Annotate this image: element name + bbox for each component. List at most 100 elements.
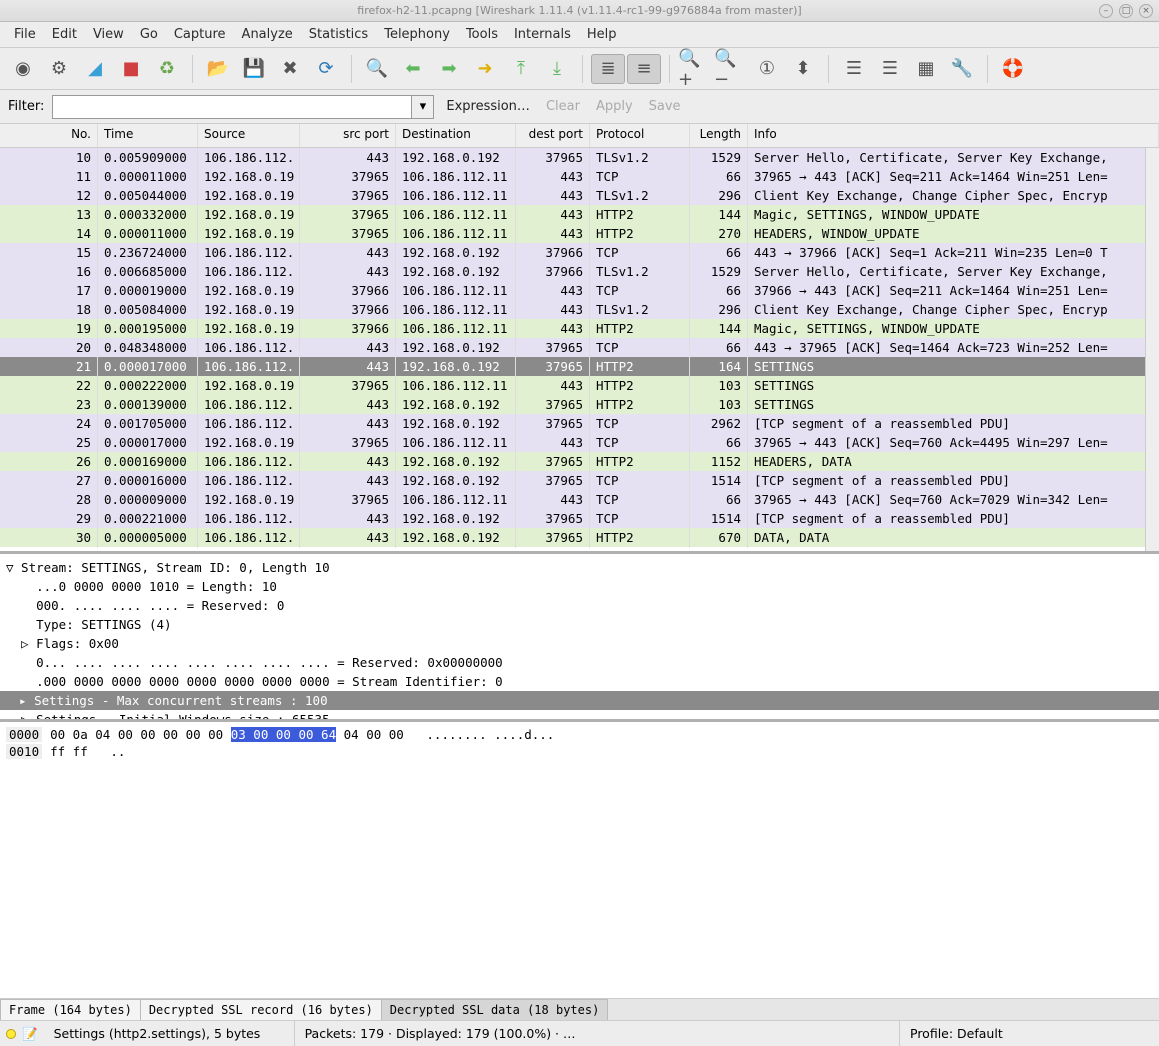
col-header-time[interactable]: Time [98, 124, 198, 147]
menu-edit[interactable]: Edit [44, 23, 85, 46]
close-icon[interactable]: ✖ [273, 54, 307, 84]
zoom-in-icon[interactable]: 🔍+ [678, 54, 712, 84]
capture-filters-icon[interactable]: ☰ [837, 54, 871, 84]
packet-row[interactable]: 190.000195000192.168.0.1937966106.186.11… [0, 319, 1159, 338]
packet-row[interactable]: 260.000169000106.186.112.443192.168.0.19… [0, 452, 1159, 471]
interfaces-icon[interactable]: ◉ [6, 54, 40, 84]
expression-button[interactable]: Expression… [442, 97, 534, 116]
packet-row[interactable]: 150.236724000106.186.112.443192.168.0.19… [0, 243, 1159, 262]
detail-line[interactable]: ▷ Flags: 0x00 [6, 634, 1153, 653]
apply-button[interactable]: Apply [592, 97, 637, 116]
reload-icon[interactable]: ⟳ [309, 54, 343, 84]
autoscroll-icon[interactable]: ≡ [627, 54, 661, 84]
col-header-length[interactable]: Length [690, 124, 748, 147]
open-icon[interactable]: 📂 [201, 54, 235, 84]
resize-columns-icon[interactable]: ⬍ [786, 54, 820, 84]
detail-line[interactable]: Type: SETTINGS (4) [6, 615, 1153, 634]
detail-line[interactable]: 000. .... .... .... = Reserved: 0 [6, 596, 1153, 615]
menu-go[interactable]: Go [132, 23, 166, 46]
help-icon[interactable]: 🛟 [996, 54, 1030, 84]
first-packet-icon[interactable]: ⤒ [504, 54, 538, 84]
detail-line[interactable]: ▽ Stream: SETTINGS, Stream ID: 0, Length… [6, 558, 1153, 577]
status-profile[interactable]: Profile: Default [899, 1021, 1159, 1046]
col-header-src-port[interactable]: src port [300, 124, 396, 147]
packet-row[interactable]: 120.005044000192.168.0.1937965106.186.11… [0, 186, 1159, 205]
filter-dropdown-button[interactable]: ▾ [412, 95, 434, 119]
hex-tab[interactable]: Decrypted SSL record (16 bytes) [140, 999, 382, 1020]
detail-line[interactable]: 0... .... .... .... .... .... .... .... … [6, 653, 1153, 672]
col-header-destination[interactable]: Destination [396, 124, 516, 147]
packet-details-pane[interactable]: ▽ Stream: SETTINGS, Stream ID: 0, Length… [0, 554, 1159, 722]
find-icon[interactable]: 🔍 [360, 54, 394, 84]
col-header-no[interactable]: No. [0, 124, 98, 147]
col-header-dest-port[interactable]: dest port [516, 124, 590, 147]
detail-line[interactable]: ▸ Settings - Max concurrent streams : 10… [0, 691, 1159, 710]
filter-input[interactable] [52, 95, 412, 119]
menu-file[interactable]: File [6, 23, 44, 46]
packet-list-pane: No. Time Source src port Destination des… [0, 124, 1159, 554]
last-packet-icon[interactable]: ⤓ [540, 54, 574, 84]
scrollbar[interactable] [1145, 148, 1159, 551]
edit-icon[interactable]: 📝 [22, 1026, 38, 1042]
minimize-icon[interactable]: – [1099, 4, 1113, 18]
packet-row[interactable]: 200.048348000106.186.112.443192.168.0.19… [0, 338, 1159, 357]
menu-internals[interactable]: Internals [506, 23, 579, 46]
packet-row[interactable]: 250.000017000192.168.0.1937965106.186.11… [0, 433, 1159, 452]
save-filter-button[interactable]: Save [645, 97, 685, 116]
packet-row[interactable]: 140.000011000192.168.0.1937965106.186.11… [0, 224, 1159, 243]
packet-row[interactable]: 230.000139000106.186.112.443192.168.0.19… [0, 395, 1159, 414]
clear-button[interactable]: Clear [542, 97, 584, 116]
packet-row[interactable]: 160.006685000106.186.112.443192.168.0.19… [0, 262, 1159, 281]
menu-view[interactable]: View [85, 23, 132, 46]
hex-dump[interactable]: 000000 0a 04 00 00 00 00 00 03 00 00 00 … [0, 722, 1159, 998]
menu-statistics[interactable]: Statistics [301, 23, 376, 46]
packet-row[interactable]: 130.000332000192.168.0.1937965106.186.11… [0, 205, 1159, 224]
menu-analyze[interactable]: Analyze [234, 23, 301, 46]
coloring-rules-icon[interactable]: ▦ [909, 54, 943, 84]
cell-dport: 37965 [516, 470, 590, 491]
preferences-icon[interactable]: 🔧 [945, 54, 979, 84]
hex-tab[interactable]: Decrypted SSL data (18 bytes) [381, 999, 609, 1020]
hex-line[interactable]: 0010ff ff .. [6, 743, 1153, 760]
hex-tab[interactable]: Frame (164 bytes) [0, 999, 141, 1020]
detail-line[interactable]: ▷ Settings - Initial Windows size : 6553… [6, 710, 1153, 722]
close-window-icon[interactable]: × [1139, 4, 1153, 18]
menu-telephony[interactable]: Telephony [376, 23, 458, 46]
go-forward-icon[interactable]: ➡ [432, 54, 466, 84]
go-back-icon[interactable]: ⬅ [396, 54, 430, 84]
expert-info-led-icon[interactable] [6, 1029, 16, 1039]
detail-line[interactable]: .000 0000 0000 0000 0000 0000 0000 0000 … [6, 672, 1153, 691]
display-filters-icon[interactable]: ☰ [873, 54, 907, 84]
col-header-info[interactable]: Info [748, 124, 1159, 147]
packet-row[interactable]: 180.005084000192.168.0.1937966106.186.11… [0, 300, 1159, 319]
options-icon[interactable]: ⚙ [42, 54, 76, 84]
packet-row[interactable]: 240.001705000106.186.112.443192.168.0.19… [0, 414, 1159, 433]
packet-list-body[interactable]: 100.005909000106.186.112.443192.168.0.19… [0, 148, 1159, 551]
packet-row[interactable]: 100.005909000106.186.112.443192.168.0.19… [0, 148, 1159, 167]
maximize-icon[interactable]: □ [1119, 4, 1133, 18]
packet-row[interactable]: 210.000017000106.186.112.443192.168.0.19… [0, 357, 1159, 376]
menu-help[interactable]: Help [579, 23, 625, 46]
menu-tools[interactable]: Tools [458, 23, 506, 46]
packet-row[interactable]: 110.000011000192.168.0.1937965106.186.11… [0, 167, 1159, 186]
col-header-source[interactable]: Source [198, 124, 300, 147]
packet-row[interactable]: 280.000009000192.168.0.1937965106.186.11… [0, 490, 1159, 509]
save-icon[interactable]: 💾 [237, 54, 271, 84]
menu-capture[interactable]: Capture [166, 23, 234, 46]
col-header-protocol[interactable]: Protocol [590, 124, 690, 147]
packet-row[interactable]: 270.000016000106.186.112.443192.168.0.19… [0, 471, 1159, 490]
stop-capture-icon[interactable]: ■ [114, 54, 148, 84]
restart-capture-icon[interactable]: ♻ [150, 54, 184, 84]
go-to-icon[interactable]: ➜ [468, 54, 502, 84]
packet-row[interactable]: 170.000019000192.168.0.1937966106.186.11… [0, 281, 1159, 300]
colorize-icon[interactable]: ≣ [591, 54, 625, 84]
hex-line[interactable]: 000000 0a 04 00 00 00 00 00 03 00 00 00 … [6, 726, 1153, 743]
packet-row[interactable]: 220.000222000192.168.0.1937965106.186.11… [0, 376, 1159, 395]
start-capture-icon[interactable]: ◢ [78, 54, 112, 84]
packet-row[interactable]: 300.000005000106.186.112.443192.168.0.19… [0, 528, 1159, 547]
cell-src: 106.186.112. [198, 470, 300, 491]
packet-row[interactable]: 290.000221000106.186.112.443192.168.0.19… [0, 509, 1159, 528]
zoom-out-icon[interactable]: 🔍− [714, 54, 748, 84]
zoom-reset-icon[interactable]: ① [750, 54, 784, 84]
detail-line[interactable]: ...0 0000 0000 1010 = Length: 10 [6, 577, 1153, 596]
